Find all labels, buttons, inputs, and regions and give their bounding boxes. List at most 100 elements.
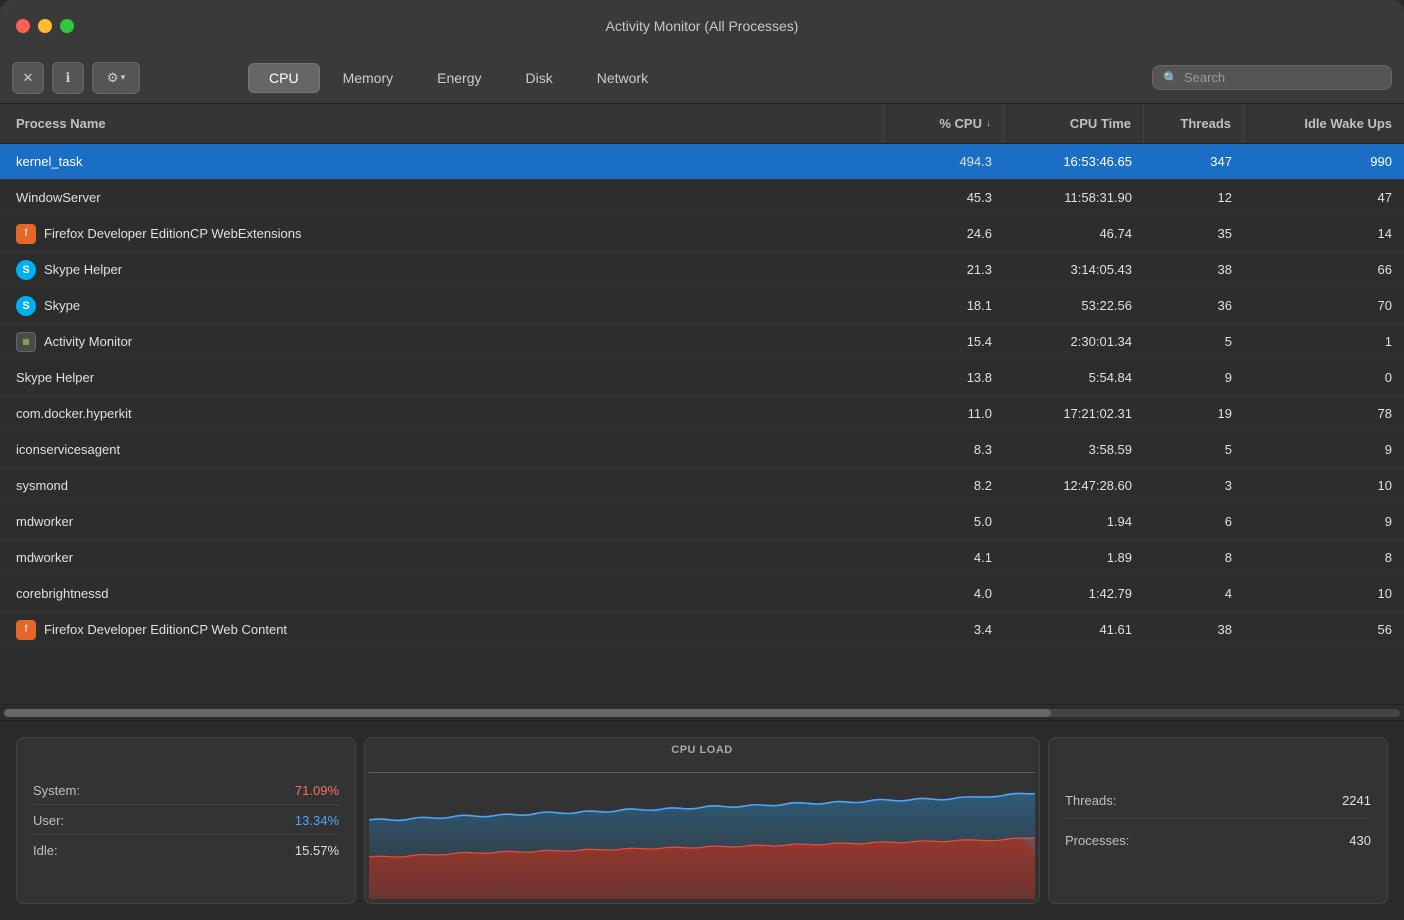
process-cputime: 41.61 [1004, 622, 1144, 637]
processes-value: 430 [1349, 833, 1371, 848]
process-cputime: 11:58:31.90 [1004, 190, 1144, 205]
system-value: 71.09% [295, 783, 339, 798]
process-threads: 347 [1144, 154, 1244, 169]
chevron-down-icon: ▾ [121, 72, 126, 83]
horizontal-scrollbar[interactable] [0, 704, 1404, 720]
x-icon: ✕ [23, 70, 34, 86]
tab-cpu[interactable]: CPU [248, 63, 320, 93]
table-row[interactable]: S Skype 18.1 53:22.56 36 70 [0, 288, 1404, 324]
sort-arrow-icon: ↓ [986, 118, 991, 129]
column-header-cputime[interactable]: CPU Time [1004, 104, 1144, 143]
tab-memory[interactable]: Memory [322, 63, 415, 93]
traffic-lights [16, 19, 74, 33]
gear-button[interactable]: ⚙ ▾ [92, 62, 140, 94]
close-button[interactable] [16, 19, 30, 33]
process-cputime: 3:14:05.43 [1004, 262, 1144, 277]
chart-title: CPU LOAD [365, 738, 1039, 758]
scroll-track [4, 709, 1400, 717]
search-input[interactable] [1184, 70, 1381, 85]
system-stat-row: System: 71.09% [33, 783, 339, 805]
process-threads: 3 [1144, 478, 1244, 493]
table-row[interactable]: sysmond 8.2 12:47:28.60 3 10 [0, 468, 1404, 504]
process-threads: 35 [1144, 226, 1244, 241]
column-header-name[interactable]: Process Name [0, 104, 884, 143]
idle-value: 15.57% [295, 843, 339, 858]
process-cputime: 16:53:46.65 [1004, 154, 1144, 169]
process-cputime: 2:30:01.34 [1004, 334, 1144, 349]
process-cputime: 1.94 [1004, 514, 1144, 529]
chart-svg [369, 762, 1035, 899]
table-row[interactable]: ▦ Activity Monitor 15.4 2:30:01.34 5 1 [0, 324, 1404, 360]
threads-stat-row: Threads: 2241 [1065, 793, 1371, 819]
table-row[interactable]: corebrightnessd 4.0 1:42.79 4 10 [0, 576, 1404, 612]
table-row[interactable]: mdworker 4.1 1.89 8 8 [0, 540, 1404, 576]
scroll-thumb[interactable] [4, 709, 1051, 717]
table-row[interactable]: f Firefox Developer EditionCP WebExtensi… [0, 216, 1404, 252]
process-idle: 990 [1244, 154, 1404, 169]
process-threads: 36 [1144, 298, 1244, 313]
column-header-idle[interactable]: Idle Wake Ups [1244, 104, 1404, 143]
threads-label: Threads: [1065, 793, 1116, 808]
window-title: Activity Monitor (All Processes) [606, 18, 799, 34]
process-cpu: 8.3 [884, 442, 1004, 457]
info-button[interactable]: ℹ [52, 62, 84, 94]
process-name: Skype Helper [0, 370, 884, 385]
table-row[interactable]: kernel_task 494.3 16:53:46.65 347 990 [0, 144, 1404, 180]
process-threads: 4 [1144, 586, 1244, 601]
cpu-load-chart: CPU LOAD [364, 737, 1040, 904]
process-name: mdworker [0, 550, 884, 565]
process-name: ▦ Activity Monitor [0, 332, 884, 352]
table-row[interactable]: S Skype Helper 21.3 3:14:05.43 38 66 [0, 252, 1404, 288]
skype-icon: S [16, 260, 36, 280]
process-threads: 8 [1144, 550, 1244, 565]
user-stat-row: User: 13.34% [33, 813, 339, 835]
tab-disk[interactable]: Disk [504, 63, 573, 93]
process-idle: 1 [1244, 334, 1404, 349]
tab-energy[interactable]: Energy [416, 63, 502, 93]
process-idle: 10 [1244, 586, 1404, 601]
close-process-button[interactable]: ✕ [12, 62, 44, 94]
process-idle: 66 [1244, 262, 1404, 277]
process-cpu: 13.8 [884, 370, 1004, 385]
table-row[interactable]: mdworker 5.0 1.94 6 9 [0, 504, 1404, 540]
table-row[interactable]: iconservicesagent 8.3 3:58.59 5 9 [0, 432, 1404, 468]
table-row[interactable]: WindowServer 45.3 11:58:31.90 12 47 [0, 180, 1404, 216]
firefox-icon: f [16, 620, 36, 640]
table-row[interactable]: Skype Helper 13.8 5:54.84 9 0 [0, 360, 1404, 396]
column-header-cpu[interactable]: % CPU ↓ [884, 104, 1004, 143]
process-name: f Firefox Developer EditionCP WebExtensi… [0, 224, 884, 244]
process-threads: 5 [1144, 442, 1244, 457]
tab-group: CPU Memory Energy Disk Network [248, 63, 669, 93]
threads-value: 2241 [1342, 793, 1371, 808]
process-threads: 19 [1144, 406, 1244, 421]
process-threads: 6 [1144, 514, 1244, 529]
process-cpu: 5.0 [884, 514, 1004, 529]
user-label: User: [33, 813, 64, 828]
process-idle: 47 [1244, 190, 1404, 205]
maximize-button[interactable] [60, 19, 74, 33]
process-cputime: 46.74 [1004, 226, 1144, 241]
process-idle: 78 [1244, 406, 1404, 421]
process-idle: 8 [1244, 550, 1404, 565]
process-table[interactable]: kernel_task 494.3 16:53:46.65 347 990 Wi… [0, 144, 1404, 704]
process-name: sysmond [0, 478, 884, 493]
process-idle: 0 [1244, 370, 1404, 385]
process-cputime: 3:58.59 [1004, 442, 1144, 457]
process-cpu: 18.1 [884, 298, 1004, 313]
table-row[interactable]: f Firefox Developer EditionCP Web Conten… [0, 612, 1404, 648]
column-header-threads[interactable]: Threads [1144, 104, 1244, 143]
toolbar: ✕ ℹ ⚙ ▾ CPU Memory Energy Disk Network [0, 52, 1404, 104]
process-cpu: 15.4 [884, 334, 1004, 349]
chart-area [365, 758, 1039, 903]
process-idle: 9 [1244, 514, 1404, 529]
title-bar: Activity Monitor (All Processes) [0, 0, 1404, 52]
cpu-stats-panel: System: 71.09% User: 13.34% Idle: 15.57% [16, 737, 356, 904]
search-box[interactable]: 🔍 [1152, 65, 1392, 90]
tab-network[interactable]: Network [576, 63, 669, 93]
minimize-button[interactable] [38, 19, 52, 33]
activity-monitor-window: Activity Monitor (All Processes) ✕ ℹ ⚙ ▾… [0, 0, 1404, 920]
table-row[interactable]: com.docker.hyperkit 11.0 17:21:02.31 19 … [0, 396, 1404, 432]
idle-label: Idle: [33, 843, 58, 858]
process-threads: 9 [1144, 370, 1244, 385]
process-name: WindowServer [0, 190, 884, 205]
